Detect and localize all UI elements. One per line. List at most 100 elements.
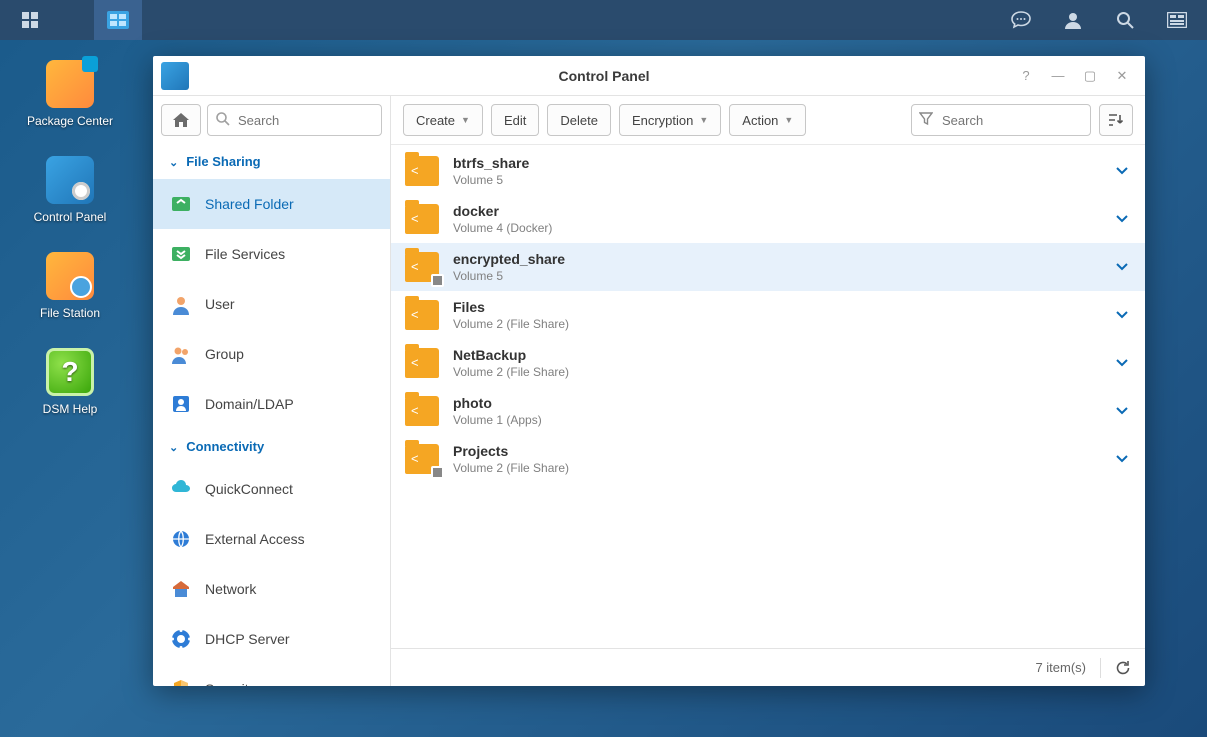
refresh-button[interactable] <box>1115 660 1131 676</box>
sort-button[interactable] <box>1099 104 1133 136</box>
shared-folder-icon: < <box>405 156 439 186</box>
folder-name: NetBackup <box>453 347 1101 363</box>
sidebar-item-user[interactable]: User <box>153 279 390 329</box>
expand-button[interactable] <box>1115 166 1129 176</box>
toolbar-search-input[interactable] <box>911 104 1091 136</box>
sidebar-item-domain-ldap[interactable]: Domain/LDAP <box>153 379 390 429</box>
folder-volume: Volume 5 <box>453 173 1101 187</box>
folder-name: encrypted_share <box>453 251 1101 267</box>
sidebar-home-button[interactable] <box>161 104 201 136</box>
delete-button[interactable]: Delete <box>547 104 611 136</box>
expand-button[interactable] <box>1115 310 1129 320</box>
control-panel-window: Control Panel ? — ▢ ✕ ⌃File SharingS <box>153 56 1145 686</box>
caret-down-icon: ▼ <box>784 115 793 125</box>
window-minimize-button[interactable]: — <box>1043 61 1073 91</box>
filter-icon <box>919 112 933 126</box>
folder-volume: Volume 4 (Docker) <box>453 221 1101 235</box>
expand-button[interactable] <box>1115 214 1129 224</box>
taskbar-app-control-panel[interactable] <box>94 0 142 40</box>
shared-folder-icon: < <box>405 300 439 330</box>
status-bar: 7 item(s) <box>391 648 1145 686</box>
window-title: Control Panel <box>197 68 1011 84</box>
package-center-icon <box>46 60 94 108</box>
file-station-icon <box>46 252 94 300</box>
sidebar-item-label: Security <box>205 681 256 686</box>
widgets-button[interactable] <box>1153 0 1201 40</box>
folder-row[interactable]: <ProjectsVolume 2 (File Share) <box>391 435 1145 483</box>
sidebar-item-file-services[interactable]: File Services <box>153 229 390 279</box>
user-icon <box>1064 11 1082 29</box>
help-icon: ? <box>46 348 94 396</box>
sidebar-item-group[interactable]: Group <box>153 329 390 379</box>
desktop-icon-dsm-help[interactable]: ? DSM Help <box>0 348 140 416</box>
control-panel-taskbar-icon <box>107 11 129 29</box>
folder-row[interactable]: <encrypted_shareVolume 5 <box>391 243 1145 291</box>
folder-name: Files <box>453 299 1101 315</box>
search-button[interactable] <box>1101 0 1149 40</box>
expand-button[interactable] <box>1115 454 1129 464</box>
window-titlebar[interactable]: Control Panel ? — ▢ ✕ <box>153 56 1145 96</box>
chevron-up-icon: ⌃ <box>169 155 178 168</box>
sidebar-section-title: Connectivity <box>186 439 264 454</box>
control-panel-icon <box>46 156 94 204</box>
sidebar-item-shared-folder[interactable]: Shared Folder <box>153 179 390 229</box>
chat-icon <box>1011 11 1031 29</box>
desktop-icon-control-panel[interactable]: Control Panel <box>0 156 140 224</box>
create-button[interactable]: Create▼ <box>403 104 483 136</box>
sidebar-section-file-sharing[interactable]: ⌃ File Sharing <box>153 144 390 179</box>
window-maximize-button[interactable]: ▢ <box>1075 61 1105 91</box>
edit-button[interactable]: Edit <box>491 104 539 136</box>
search-icon <box>215 111 231 127</box>
chevron-down-icon <box>1115 406 1129 416</box>
sidebar-item-network[interactable]: Network <box>153 564 390 614</box>
sidebar-item-security[interactable]: Security <box>153 664 390 686</box>
divider <box>1100 658 1101 678</box>
shared-folder-icon: < <box>405 396 439 426</box>
file-services-icon <box>169 242 193 266</box>
sidebar-item-label: QuickConnect <box>205 481 293 497</box>
folder-row[interactable]: <dockerVolume 4 (Docker) <box>391 195 1145 243</box>
notifications-button[interactable] <box>997 0 1045 40</box>
sidebar-item-label: Domain/LDAP <box>205 396 294 412</box>
folder-volume: Volume 2 (File Share) <box>453 365 1101 379</box>
share-badge-icon: < <box>411 259 419 274</box>
sidebar-item-external-access[interactable]: External Access <box>153 514 390 564</box>
grid-icon <box>21 11 39 29</box>
user-menu-button[interactable] <box>1049 0 1097 40</box>
expand-button[interactable] <box>1115 406 1129 416</box>
sidebar-section-connectivity[interactable]: ⌃Connectivity <box>153 429 390 464</box>
caret-down-icon: ▼ <box>461 115 470 125</box>
home-icon <box>172 112 190 128</box>
chevron-down-icon <box>1115 454 1129 464</box>
quickconnect-icon <box>169 477 193 501</box>
lock-icon <box>431 274 444 287</box>
folder-name: photo <box>453 395 1101 411</box>
expand-button[interactable] <box>1115 262 1129 272</box>
expand-button[interactable] <box>1115 358 1129 368</box>
sidebar-item-dhcp-server[interactable]: DHCP Server <box>153 614 390 664</box>
window-close-button[interactable]: ✕ <box>1107 61 1137 91</box>
desktop-icon-label: Package Center <box>0 114 140 128</box>
folder-volume: Volume 2 (File Share) <box>453 317 1101 331</box>
help-tip-icon: ? <box>1022 68 1029 83</box>
desktop-icon-file-station[interactable]: File Station <box>0 252 140 320</box>
desktop-icon-package-center[interactable]: Package Center <box>0 60 140 128</box>
external-access-icon <box>169 527 193 551</box>
folder-row[interactable]: <NetBackupVolume 2 (File Share) <box>391 339 1145 387</box>
sidebar-item-quickconnect[interactable]: QuickConnect <box>153 464 390 514</box>
sidebar-search-input[interactable] <box>207 104 382 136</box>
share-badge-icon: < <box>411 451 419 466</box>
window-help-button[interactable]: ? <box>1011 61 1041 91</box>
action-button[interactable]: Action▼ <box>729 104 806 136</box>
folder-row[interactable]: < btrfs_share Volume 5 <box>391 147 1145 195</box>
folder-volume: Volume 1 (Apps) <box>453 413 1101 427</box>
folder-row[interactable]: < photo Volume 1 (Apps) <box>391 387 1145 435</box>
folder-name: btrfs_share <box>453 155 1101 171</box>
chevron-down-icon <box>1115 214 1129 224</box>
encryption-button[interactable]: Encryption▼ <box>619 104 721 136</box>
sort-icon <box>1108 113 1124 127</box>
main-menu-button[interactable] <box>6 0 54 40</box>
shared-folder-icon: < <box>405 252 439 282</box>
sidebar-section-title: File Sharing <box>186 154 260 169</box>
folder-row[interactable]: < Files Volume 2 (File Share) <box>391 291 1145 339</box>
